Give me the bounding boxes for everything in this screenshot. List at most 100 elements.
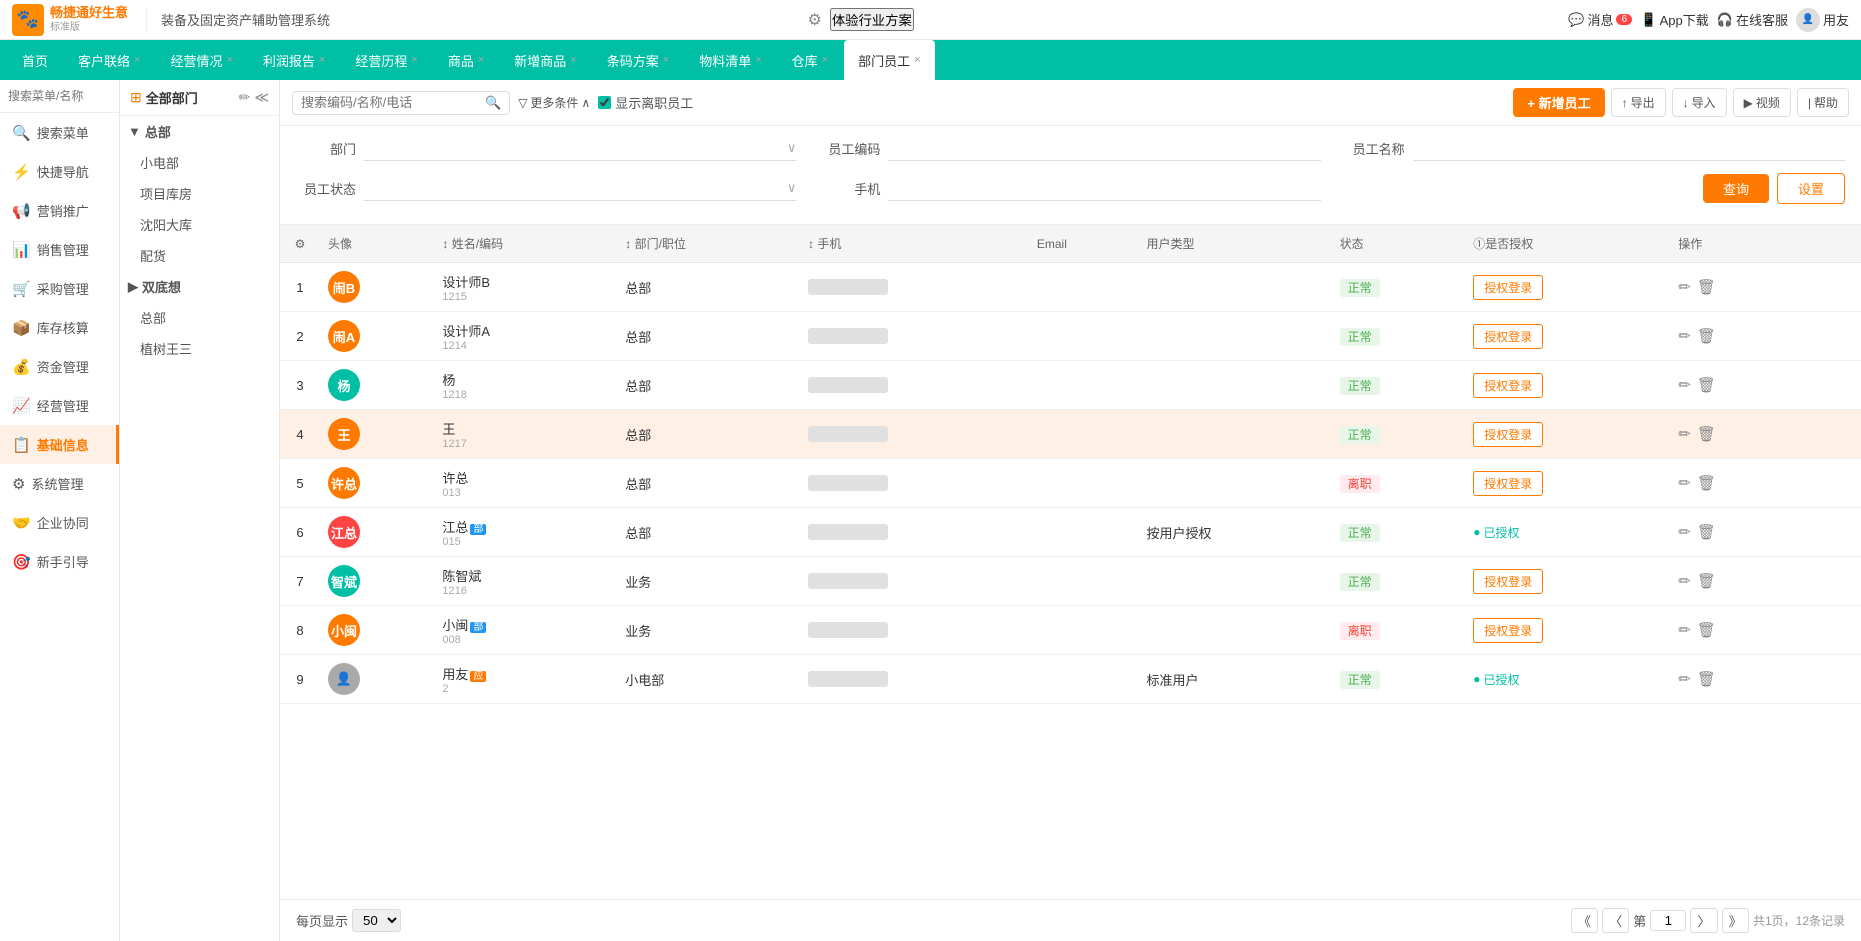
page-size-select[interactable]: 50	[352, 909, 401, 932]
last-page-btn[interactable]: 》	[1722, 908, 1749, 933]
tree-node-double[interactable]: ▶ 双底想	[120, 271, 279, 302]
add-employee-button[interactable]: + 新增员工	[1513, 88, 1604, 117]
tab-bom[interactable]: 物料清单×	[685, 40, 775, 80]
tree-node-shenyang[interactable]: 沈阳大库	[120, 209, 279, 240]
collapse-icon[interactable]: ≪	[254, 89, 269, 106]
tab-operation[interactable]: 经营情况×	[156, 40, 246, 80]
sidebar-search-input[interactable]	[8, 89, 120, 103]
tree-node-hq[interactable]: 总部	[120, 302, 279, 333]
close-icon[interactable]: ×	[319, 54, 325, 66]
app-download-btn[interactable]: 📱 App下载	[1640, 10, 1708, 29]
trial-button[interactable]: 体验行业方案	[830, 8, 914, 31]
sidebar-item-marketing[interactable]: 📢 营销推广	[0, 191, 119, 230]
emp-name-input[interactable]	[1413, 137, 1845, 161]
show-resigned-input[interactable]	[598, 96, 611, 109]
sidebar-item-operations[interactable]: 📈 经营管理	[0, 386, 119, 425]
auth-button[interactable]: 授权登录	[1473, 618, 1543, 643]
delete-icon[interactable]: 🗑	[1697, 572, 1716, 590]
auth-button[interactable]: 授权登录	[1473, 422, 1543, 447]
sidebar-item-nav[interactable]: ⚡ 快捷导航	[0, 152, 119, 191]
sidebar-search[interactable]: 🔍	[0, 80, 119, 113]
auth-button[interactable]: 授权登录	[1473, 373, 1543, 398]
edit-icon[interactable]: ✏	[1678, 425, 1691, 443]
tab-warehouse[interactable]: 仓库×	[778, 40, 842, 80]
auth-button[interactable]: 授权登录	[1473, 569, 1543, 594]
delete-icon[interactable]: 🗑	[1697, 376, 1716, 394]
edit-icon[interactable]: ✏	[239, 89, 251, 106]
export-button[interactable]: ↑ 导出	[1611, 88, 1666, 117]
delete-icon[interactable]: 🗑	[1697, 523, 1716, 541]
delete-icon[interactable]: 🗑	[1697, 327, 1716, 345]
auth-button[interactable]: 授权登录	[1473, 275, 1543, 300]
emp-code-input[interactable]	[888, 137, 1320, 161]
close-icon[interactable]: ×	[226, 54, 232, 66]
tree-node-head[interactable]: ▼ 总部	[120, 116, 279, 147]
service-btn[interactable]: 🎧 在线客服	[1717, 10, 1788, 29]
sidebar-item-basic[interactable]: 📋 基础信息	[0, 425, 119, 464]
show-resigned-checkbox[interactable]: 显示离职员工	[598, 93, 693, 112]
set-button[interactable]: 设置	[1777, 173, 1845, 204]
delete-icon[interactable]: 🗑	[1697, 425, 1716, 443]
help-button[interactable]: | 帮助	[1797, 88, 1849, 117]
delete-icon[interactable]: 🗑	[1697, 278, 1716, 296]
first-page-btn[interactable]: 《	[1571, 908, 1598, 933]
edit-icon[interactable]: ✏	[1678, 621, 1691, 639]
import-button[interactable]: ↓ 导入	[1672, 88, 1727, 117]
col-name[interactable]: ↕ 姓名/编码	[434, 225, 617, 263]
tree-node-electric[interactable]: 小电部	[120, 147, 279, 178]
tab-employees[interactable]: 部门员工×	[844, 40, 934, 80]
col-phone[interactable]: ↕ 手机	[800, 225, 1029, 263]
close-icon[interactable]: ×	[478, 54, 484, 66]
settings-icon[interactable]: ⚙	[295, 237, 306, 251]
tab-history[interactable]: 经营历程×	[341, 40, 431, 80]
message-btn[interactable]: 💬 消息 6	[1568, 10, 1632, 29]
col-dept[interactable]: ↕ 部门/职位	[617, 225, 800, 263]
close-icon[interactable]: ×	[914, 54, 920, 66]
sidebar-item-inventory[interactable]: 📦 库存核算	[0, 308, 119, 347]
sidebar-item-guide[interactable]: 🎯 新手引导	[0, 542, 119, 581]
tree-node-project[interactable]: 项目库房	[120, 178, 279, 209]
sidebar-item-search[interactable]: 🔍 搜索菜单	[0, 113, 119, 152]
gear-icon[interactable]: ⚙	[807, 10, 821, 30]
tab-profit[interactable]: 利润报告×	[249, 40, 339, 80]
tab-home[interactable]: 首页	[8, 40, 62, 80]
delete-icon[interactable]: 🗑	[1697, 621, 1716, 639]
auth-button[interactable]: 授权登录	[1473, 471, 1543, 496]
close-icon[interactable]: ×	[663, 54, 669, 66]
edit-icon[interactable]: ✏	[1678, 670, 1691, 688]
prev-page-btn[interactable]: 〈	[1602, 908, 1629, 933]
close-icon[interactable]: ×	[411, 54, 417, 66]
emp-status-select[interactable]: ∨	[364, 176, 796, 201]
delete-icon[interactable]: 🗑	[1697, 670, 1716, 688]
sidebar-item-sales[interactable]: 📊 销售管理	[0, 230, 119, 269]
auth-button[interactable]: 授权登录	[1473, 324, 1543, 349]
delete-icon[interactable]: 🗑	[1697, 474, 1716, 492]
close-icon[interactable]: ×	[570, 54, 576, 66]
view-button[interactable]: ▶ 视频	[1733, 88, 1791, 117]
close-icon[interactable]: ×	[134, 54, 140, 66]
search-button[interactable]: 查询	[1703, 174, 1769, 203]
tree-node-delivery[interactable]: 配货	[120, 240, 279, 271]
edit-icon[interactable]: ✏	[1678, 474, 1691, 492]
sidebar-item-system[interactable]: ⚙ 系统管理	[0, 464, 119, 503]
search-box[interactable]: 🔍	[292, 91, 510, 115]
sidebar-item-purchase[interactable]: 🛒 采购管理	[0, 269, 119, 308]
close-icon[interactable]: ×	[755, 54, 761, 66]
sidebar-item-collab[interactable]: 🤝 企业协同	[0, 503, 119, 542]
search-input[interactable]	[301, 95, 481, 110]
close-icon[interactable]: ×	[822, 54, 828, 66]
sidebar-item-finance[interactable]: 💰 资金管理	[0, 347, 119, 386]
edit-icon[interactable]: ✏	[1678, 572, 1691, 590]
tab-add-goods[interactable]: 新增商品×	[500, 40, 590, 80]
edit-icon[interactable]: ✏	[1678, 278, 1691, 296]
next-page-btn[interactable]: 〉	[1690, 908, 1717, 933]
tab-goods[interactable]: 商品×	[434, 40, 498, 80]
page-input[interactable]	[1650, 910, 1686, 931]
edit-icon[interactable]: ✏	[1678, 327, 1691, 345]
dept-select[interactable]: ∨	[364, 136, 796, 161]
filter-more-btn[interactable]: ▽ 更多条件 ∧	[518, 94, 590, 111]
tab-barcode[interactable]: 条码方案×	[593, 40, 683, 80]
phone-input[interactable]	[888, 177, 1320, 201]
edit-icon[interactable]: ✏	[1678, 523, 1691, 541]
tree-node-plant[interactable]: 植树王三	[120, 333, 279, 364]
